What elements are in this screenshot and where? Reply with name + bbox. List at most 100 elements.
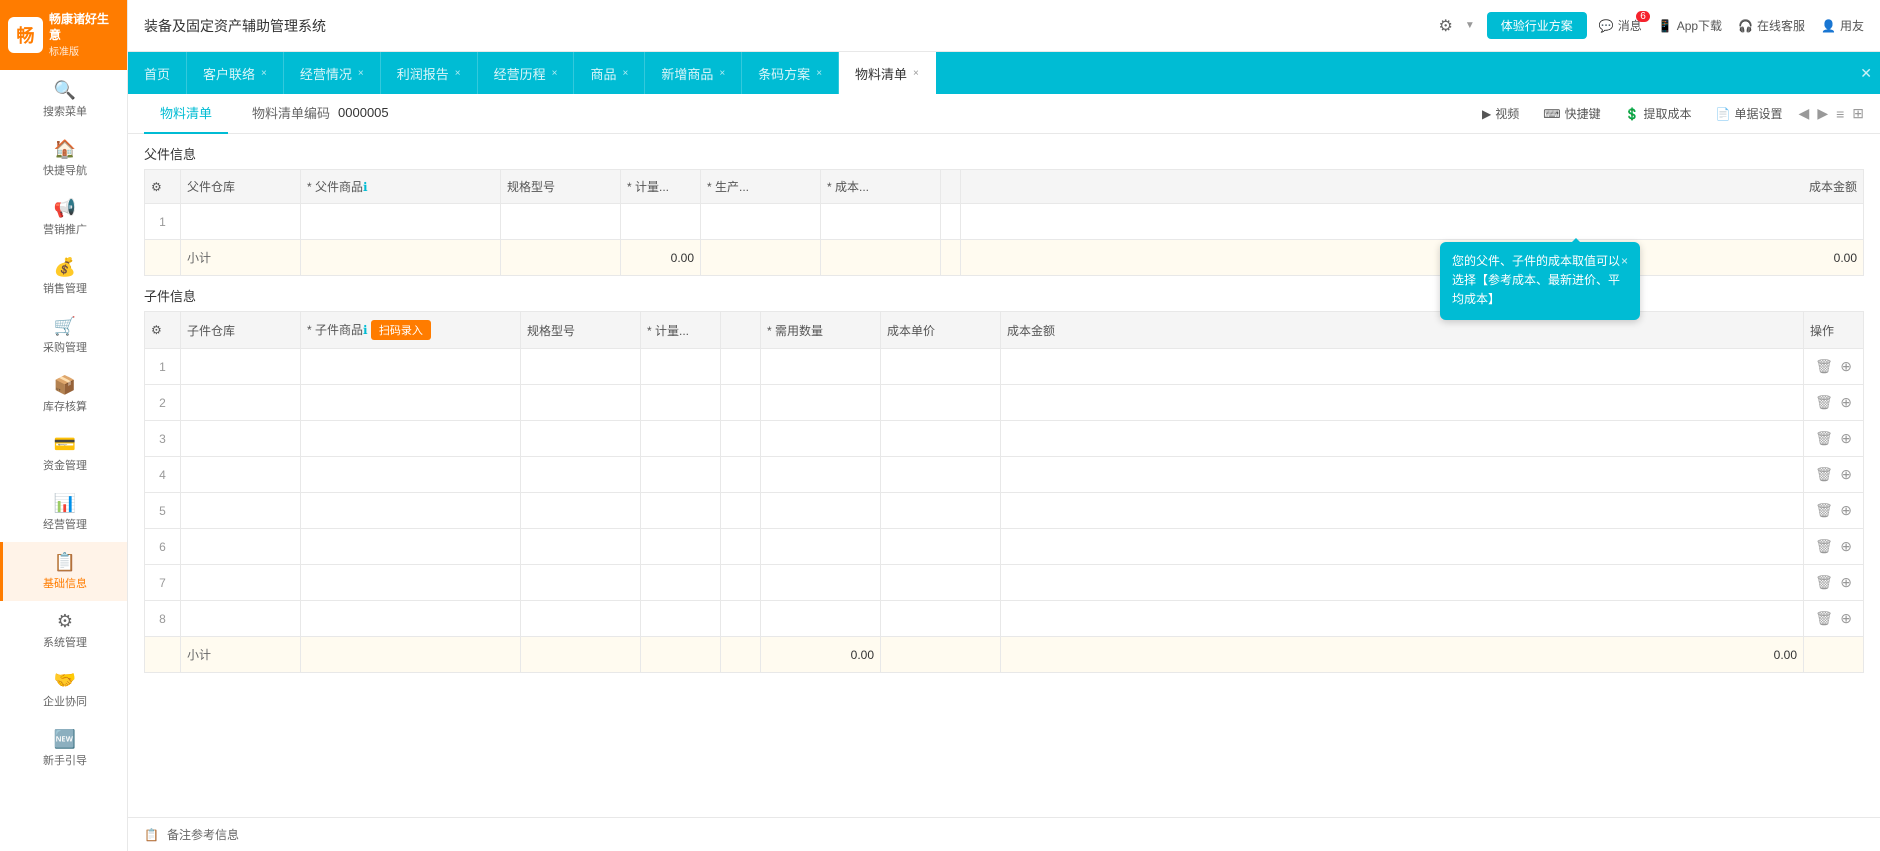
single-settings-btn[interactable]: 📄 单据设置: [1708, 101, 1791, 126]
child-row-4-warehouse[interactable]: [181, 457, 301, 493]
child-row-5-needed[interactable]: [761, 493, 881, 529]
sidebar-item-sales[interactable]: 💰 销售管理: [0, 247, 127, 306]
parent-row-1-production[interactable]: [701, 204, 821, 240]
tab-customers-close[interactable]: ×: [261, 68, 267, 79]
sidebar-item-enterprise[interactable]: 🤝 企业协同: [0, 660, 127, 719]
tab-profit[interactable]: 利润报告 ×: [381, 52, 478, 94]
child-row-6-unit[interactable]: [641, 529, 721, 565]
tab-history-close[interactable]: ×: [552, 68, 558, 79]
sidebar-item-quick-nav[interactable]: 🏠 快捷导航: [0, 129, 127, 188]
child-row-3-delete-btn[interactable]: 🗑: [1813, 428, 1835, 449]
online-service-btn[interactable]: 🎧 在线客服: [1738, 17, 1805, 34]
nav-expand-icon[interactable]: ⊞: [1852, 105, 1864, 122]
child-row-6-goods[interactable]: [301, 529, 521, 565]
nav-menu-icon[interactable]: ≡: [1836, 106, 1844, 122]
child-row-1-needed[interactable]: [761, 349, 881, 385]
child-row-7-copy-btn[interactable]: ⊕: [1838, 572, 1854, 593]
child-row-4-goods[interactable]: [301, 457, 521, 493]
child-row-4-unit-cost[interactable]: [881, 457, 1001, 493]
sidebar-item-marketing[interactable]: 📢 营销推广: [0, 188, 127, 247]
child-row-4-spec[interactable]: [521, 457, 641, 493]
child-row-6-delete-btn[interactable]: 🗑: [1813, 536, 1835, 557]
child-row-5-unit-cost[interactable]: [881, 493, 1001, 529]
child-row-7-delete-btn[interactable]: 🗑: [1813, 572, 1835, 593]
child-row-2-copy-btn[interactable]: ⊕: [1838, 392, 1854, 413]
child-row-8-goods[interactable]: [301, 601, 521, 637]
child-row-5-warehouse[interactable]: [181, 493, 301, 529]
parent-row-1-spec[interactable]: [501, 204, 621, 240]
extract-cost-btn[interactable]: 💲 提取成本: [1617, 101, 1700, 126]
user-btn[interactable]: 👤 用友: [1821, 17, 1864, 34]
child-row-3-unit[interactable]: [641, 421, 721, 457]
parent-row-1-unit[interactable]: [621, 204, 701, 240]
child-row-2-needed[interactable]: [761, 385, 881, 421]
view-btn[interactable]: ▶ 视频: [1474, 101, 1527, 126]
parent-th-settings[interactable]: ⚙: [145, 170, 181, 204]
child-row-4-copy-btn[interactable]: ⊕: [1838, 464, 1854, 485]
child-row-4-delete-btn[interactable]: 🗑: [1813, 464, 1835, 485]
experience-btn[interactable]: 体验行业方案: [1487, 12, 1587, 39]
child-row-8-needed[interactable]: [761, 601, 881, 637]
child-row-8-copy-btn[interactable]: ⊕: [1838, 608, 1854, 629]
tab-history[interactable]: 经营历程 ×: [478, 52, 575, 94]
tab-new-goods-close[interactable]: ×: [719, 68, 725, 79]
child-row-1-unit[interactable]: [641, 349, 721, 385]
tab-operations[interactable]: 经营情况 ×: [284, 52, 381, 94]
settings-icon[interactable]: ⚙: [1439, 16, 1453, 36]
child-row-8-unit-cost[interactable]: [881, 601, 1001, 637]
child-row-6-needed[interactable]: [761, 529, 881, 565]
child-row-6-warehouse[interactable]: [181, 529, 301, 565]
child-row-4-needed[interactable]: [761, 457, 881, 493]
parent-row-1-cost[interactable]: [821, 204, 941, 240]
child-row-1-warehouse[interactable]: [181, 349, 301, 385]
tab-goods-close[interactable]: ×: [622, 68, 628, 79]
child-row-6-spec[interactable]: [521, 529, 641, 565]
child-row-8-unit[interactable]: [641, 601, 721, 637]
tab-operations-close[interactable]: ×: [358, 68, 364, 79]
child-row-3-needed[interactable]: [761, 421, 881, 457]
system-dropdown-arrow[interactable]: ▼: [1465, 20, 1475, 31]
child-row-5-unit[interactable]: [641, 493, 721, 529]
child-row-1-delete-btn[interactable]: 🗑: [1813, 356, 1835, 377]
message-btn[interactable]: 💬 消息 6: [1599, 17, 1642, 34]
child-row-2-unit-cost[interactable]: [881, 385, 1001, 421]
sidebar-item-guide[interactable]: 🆕 新手引导: [0, 719, 127, 778]
child-row-1-unit-cost[interactable]: [881, 349, 1001, 385]
child-row-3-goods[interactable]: [301, 421, 521, 457]
child-row-8-delete-btn[interactable]: 🗑: [1813, 608, 1835, 629]
child-row-5-delete-btn[interactable]: 🗑: [1813, 500, 1835, 521]
child-row-2-delete-btn[interactable]: 🗑: [1813, 392, 1835, 413]
child-row-5-copy-btn[interactable]: ⊕: [1838, 500, 1854, 521]
parent-row-1-goods[interactable]: [301, 204, 501, 240]
child-row-2-goods[interactable]: [301, 385, 521, 421]
child-row-7-warehouse[interactable]: [181, 565, 301, 601]
sub-tab-bom-list[interactable]: 物料清单: [144, 94, 228, 134]
nav-next-arrow[interactable]: ▶: [1817, 105, 1828, 122]
tooltip-close-btn[interactable]: ×: [1621, 252, 1628, 271]
child-row-7-unit[interactable]: [641, 565, 721, 601]
child-row-5-goods[interactable]: [301, 493, 521, 529]
child-row-1-spec[interactable]: [521, 349, 641, 385]
tab-bom-close[interactable]: ×: [913, 68, 919, 79]
tab-profit-close[interactable]: ×: [455, 68, 461, 79]
child-th-settings[interactable]: ⚙: [145, 312, 181, 349]
child-row-6-copy-btn[interactable]: ⊕: [1838, 536, 1854, 557]
child-row-2-spec[interactable]: [521, 385, 641, 421]
tab-customers[interactable]: 客户联络 ×: [187, 52, 284, 94]
tab-goods[interactable]: 商品 ×: [574, 52, 645, 94]
child-row-4-unit[interactable]: [641, 457, 721, 493]
child-row-2-warehouse[interactable]: [181, 385, 301, 421]
child-row-3-copy-btn[interactable]: ⊕: [1838, 428, 1854, 449]
tab-new-goods[interactable]: 新增商品 ×: [645, 52, 742, 94]
sidebar-item-inventory[interactable]: 📦 库存核算: [0, 365, 127, 424]
child-row-8-warehouse[interactable]: [181, 601, 301, 637]
child-row-3-unit-cost[interactable]: [881, 421, 1001, 457]
tab-close-all[interactable]: ✕: [1852, 65, 1880, 82]
shortcut-btn[interactable]: ⌨ 快捷键: [1535, 101, 1608, 126]
sidebar-item-basic-info[interactable]: 📋 基础信息: [0, 542, 127, 601]
child-row-6-unit-cost[interactable]: [881, 529, 1001, 565]
child-row-7-unit-cost[interactable]: [881, 565, 1001, 601]
sub-tab-bom-code[interactable]: 物料清单编码 0000005: [228, 94, 405, 134]
sidebar-item-system[interactable]: ⚙ 系统管理: [0, 601, 127, 660]
child-row-3-spec[interactable]: [521, 421, 641, 457]
